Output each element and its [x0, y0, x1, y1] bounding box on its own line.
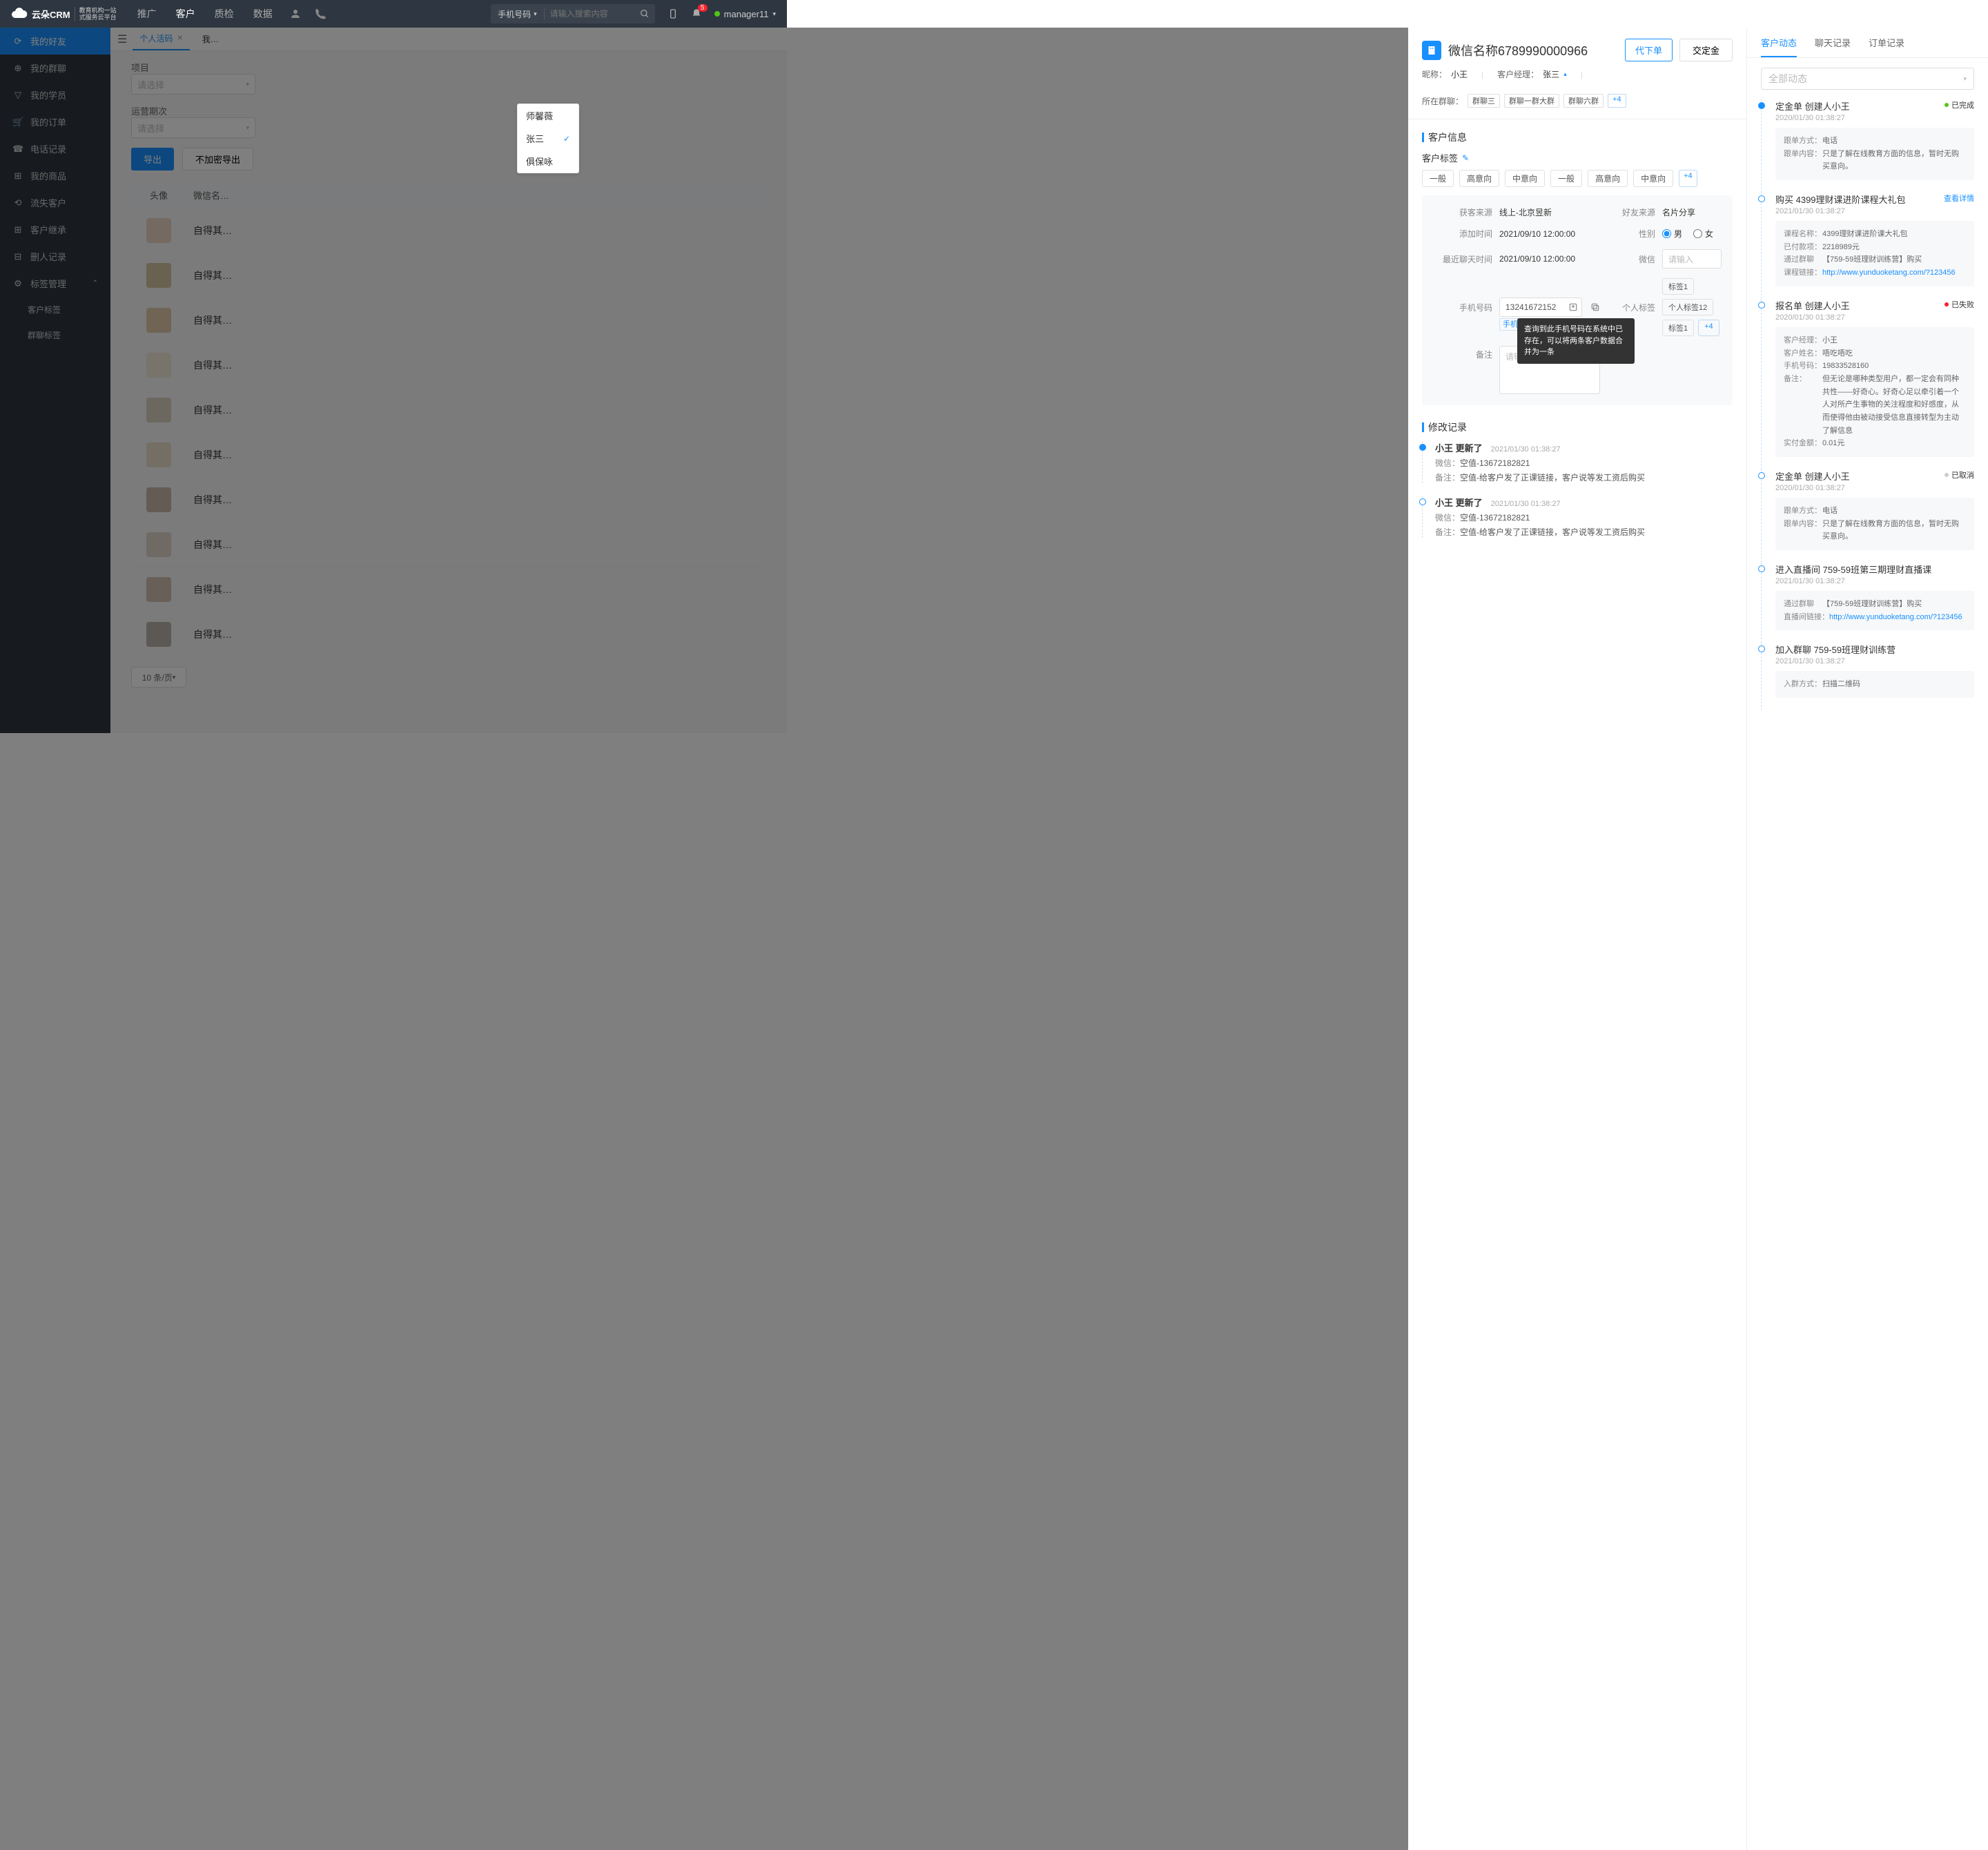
logo-text: 云朵CRM	[32, 8, 70, 21]
building-icon	[1422, 41, 1441, 60]
timeline-item: 进入直播间 759-59班第三期理财直播课2021/01/30 01:38:27…	[1761, 563, 1974, 643]
customer-tag[interactable]: 一般	[1422, 170, 1454, 187]
timeline-item: 报名单 创建人小王已失败2020/01/30 01:38:27客户经理：小王客户…	[1761, 299, 1974, 469]
timeline-item: 定金单 创建人小王已取消2020/01/30 01:38:27跟单方式：电话跟单…	[1761, 469, 1974, 563]
section-customer-info: 客户信息	[1422, 130, 1733, 144]
manager-dropdown-popup: 师馨薇 张三✓ 俱保咏	[517, 104, 579, 173]
timeline-item: 定金单 创建人小王已完成2020/01/30 01:38:27跟单方式：电话跟单…	[1761, 99, 1974, 193]
dynamics-filter-select[interactable]: 全部动态▾	[1761, 68, 1974, 90]
topnav-customer[interactable]: 客户	[176, 7, 195, 21]
check-icon: ✓	[563, 134, 570, 144]
search-input[interactable]	[545, 9, 634, 19]
device-icon[interactable]	[667, 8, 679, 19]
history-item: 小王 更新了2021/01/30 01:38:27微信：空值-136721828…	[1422, 441, 1733, 483]
customer-tags-label: 客户标签	[1422, 151, 1458, 164]
gender-radio[interactable]: 男 女	[1662, 228, 1722, 240]
customer-drawer: 微信名称6789990000966 代下单 交定金 昵称：小王 | 客户经理：张…	[1408, 28, 1988, 1850]
drawer-title: 微信名称6789990000966	[1448, 41, 1588, 59]
timeline-item: 购买 4399理财课进阶课程大礼包查看详情2021/01/30 01:38:27…	[1761, 193, 1974, 299]
customer-tag-more[interactable]: +4	[1679, 170, 1697, 187]
phone-icon[interactable]	[314, 8, 327, 20]
place-order-button[interactable]: 代下单	[1625, 39, 1673, 61]
edit-tags-icon[interactable]: ✎	[1462, 153, 1469, 163]
personal-tag-more[interactable]: +4	[1698, 320, 1719, 336]
gender-female[interactable]	[1693, 229, 1702, 238]
gender-male[interactable]	[1662, 229, 1671, 238]
customer-tag[interactable]: 高意向	[1588, 170, 1628, 187]
notif-badge: 5	[698, 4, 708, 12]
topbar: 云朵CRM 教育机构一站式服务云平台 推广 客户 质检 数据 手机号码 ▾ 5 …	[0, 0, 787, 28]
group-chip[interactable]: 群聊六群	[1563, 94, 1604, 108]
manager-option[interactable]: 张三✓	[518, 127, 578, 150]
group-chip-more[interactable]: +4	[1608, 94, 1626, 108]
info-block: 获客来源线上-北京昱新 好友来源名片分享 添加时间2021/09/10 12:0…	[1422, 195, 1733, 405]
user-menu[interactable]: manager11 ▾	[714, 9, 776, 19]
wechat-input[interactable]: 请输入	[1662, 249, 1722, 269]
online-dot	[714, 11, 720, 17]
cloud-icon	[11, 6, 28, 22]
history-item: 小王 更新了2021/01/30 01:38:27微信：空值-136721828…	[1422, 496, 1733, 538]
section-history: 修改记录	[1422, 420, 1733, 434]
search-type-select[interactable]: 手机号码 ▾	[491, 8, 545, 20]
search-icon[interactable]	[634, 9, 655, 19]
tab-dynamics[interactable]: 客户动态	[1761, 36, 1797, 57]
manager-option[interactable]: 俱保咏	[518, 150, 578, 173]
copy-icon[interactable]	[1590, 302, 1600, 312]
customer-tag[interactable]: 中意向	[1505, 170, 1545, 187]
view-detail-link[interactable]: 查看详情	[1944, 193, 1974, 204]
customer-tag[interactable]: 高意向	[1459, 170, 1499, 187]
phone-tooltip: 查询到此手机号码在系统中已存在，可以将两条客户数据合并为一条	[1517, 318, 1635, 364]
tab-orders[interactable]: 订单记录	[1869, 36, 1904, 57]
tab-chat[interactable]: 聊天记录	[1815, 36, 1851, 57]
manager-dropdown[interactable]: 客户经理：张三 ▴	[1497, 68, 1567, 80]
personal-tag[interactable]: 标签1	[1662, 320, 1694, 336]
personal-tag[interactable]: 个人标签12	[1662, 299, 1713, 315]
top-nav: 推广 客户 质检 数据	[137, 7, 273, 21]
group-chip[interactable]: 群聊三	[1468, 94, 1500, 108]
user-icon[interactable]	[289, 8, 302, 20]
drawer-header: 微信名称6789990000966 代下单 交定金 昵称：小王 | 客户经理：张…	[1408, 28, 1746, 119]
username: manager11	[724, 9, 769, 19]
topnav-qc[interactable]: 质检	[215, 7, 234, 21]
group-chip[interactable]: 群聊一群大群	[1504, 94, 1559, 108]
topnav-promo[interactable]: 推广	[137, 7, 157, 21]
personal-tag[interactable]: 标签1	[1662, 278, 1694, 295]
manager-option[interactable]: 师馨薇	[518, 104, 578, 127]
topnav-data[interactable]: 数据	[253, 7, 273, 21]
logo-sub: 教育机构一站式服务云平台	[75, 7, 117, 21]
notification-icon[interactable]: 5	[691, 8, 702, 19]
customer-tag[interactable]: 一般	[1550, 170, 1582, 187]
timeline-item: 加入群聊 759-59班理财训练营2021/01/30 01:38:27入群方式…	[1761, 643, 1974, 710]
pay-deposit-button[interactable]: 交定金	[1679, 39, 1733, 61]
logo[interactable]: 云朵CRM 教育机构一站式服务云平台	[11, 6, 117, 22]
drawer-right-panel: 客户动态 聊天记录 订单记录 全部动态▾ 定金单 创建人小王已完成2020/01…	[1746, 28, 1988, 1850]
global-search: 手机号码 ▾	[491, 4, 655, 23]
contacts-icon[interactable]	[1568, 302, 1578, 312]
customer-tag[interactable]: 中意向	[1633, 170, 1673, 187]
